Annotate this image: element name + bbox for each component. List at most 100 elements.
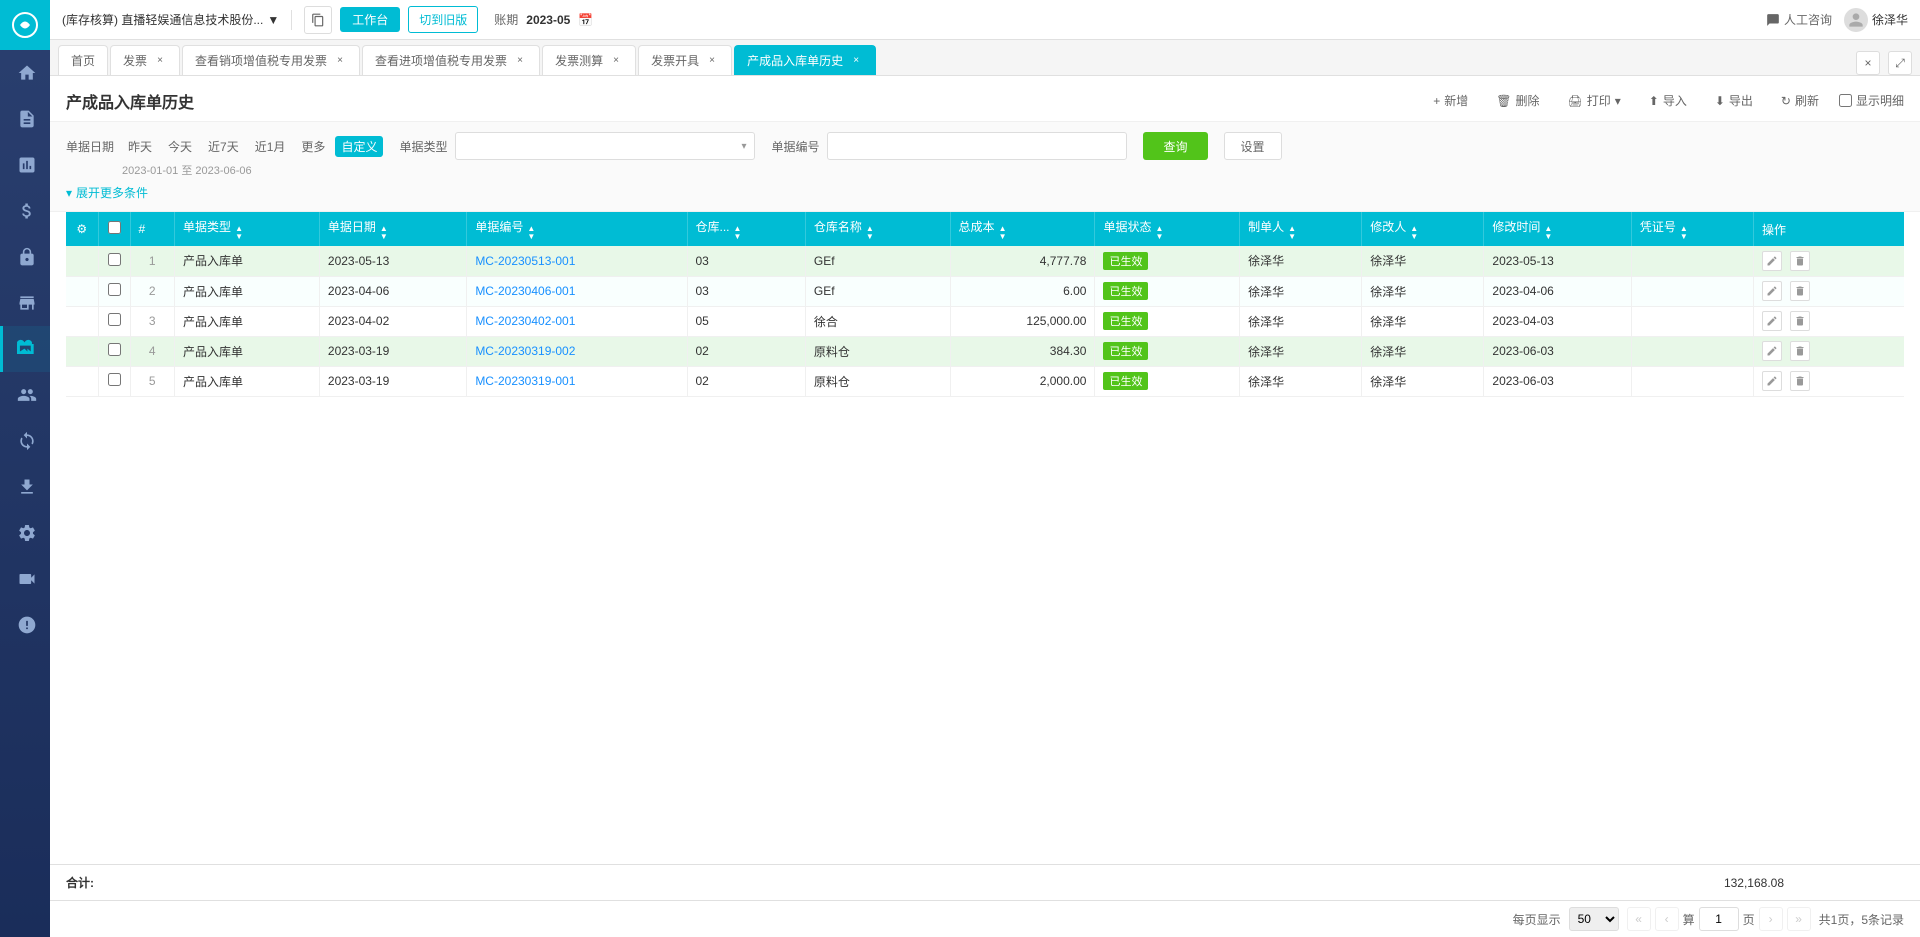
col-modify-time-header[interactable]: 修改时间▲▼ <box>1484 212 1631 246</box>
page-number-input[interactable] <box>1699 907 1739 931</box>
tab-invoice-close[interactable]: × <box>153 54 167 68</box>
row-delete-button[interactable] <box>1790 311 1810 331</box>
sidebar-item-sync[interactable] <box>0 418 50 464</box>
row-checkbox-cell[interactable] <box>98 306 130 336</box>
query-button[interactable]: 查询 <box>1143 132 1207 160</box>
tab-sales-invoice-close[interactable]: × <box>333 54 347 68</box>
tab-invoice-issue-close[interactable]: × <box>705 54 719 68</box>
row-number-link[interactable]: MC-20230319-002 <box>475 344 575 358</box>
sidebar-item-download[interactable] <box>0 464 50 510</box>
row-delete-button[interactable] <box>1790 251 1810 271</box>
row-number[interactable]: MC-20230513-001 <box>467 246 687 276</box>
row-edit-button[interactable] <box>1762 341 1782 361</box>
last-page-button[interactable]: » <box>1787 907 1811 931</box>
row-number-link[interactable]: MC-20230402-001 <box>475 314 575 328</box>
row-edit-button[interactable] <box>1762 311 1782 331</box>
col-voucher-header[interactable]: 凭证号▲▼ <box>1631 212 1753 246</box>
row-checkbox-0[interactable] <box>108 253 121 266</box>
col-number-header[interactable]: 单据编号▲▼ <box>467 212 687 246</box>
row-checkbox-cell[interactable] <box>98 276 130 306</box>
col-cost-header[interactable]: 总成本▲▼ <box>950 212 1095 246</box>
sidebar-item-video[interactable] <box>0 556 50 602</box>
new-button[interactable]: + 新增 <box>1425 88 1476 113</box>
row-checkbox-cell[interactable] <box>98 366 130 396</box>
number-filter-input[interactable] <box>827 132 1127 160</box>
col-creator-header[interactable]: 制单人▲▼ <box>1240 212 1362 246</box>
col-type-header[interactable]: 单据类型▲▼ <box>175 212 320 246</box>
export-button[interactable]: ⬇ 导出 <box>1707 88 1761 113</box>
col-date-header[interactable]: 单据日期▲▼ <box>319 212 466 246</box>
sidebar-item-settings[interactable] <box>0 510 50 556</box>
row-checkbox-cell[interactable] <box>98 336 130 366</box>
row-edit-button[interactable] <box>1762 251 1782 271</box>
tab-maximize-button[interactable]: ⤢ <box>1888 51 1912 75</box>
sidebar-item-lock[interactable] <box>0 234 50 280</box>
shortcut-7days[interactable]: 近7天 <box>202 136 245 157</box>
col-modifier-header[interactable]: 修改人▲▼ <box>1362 212 1484 246</box>
row-edit-button[interactable] <box>1762 281 1782 301</box>
tab-sales-invoice[interactable]: 查看销项增值税专用发票 × <box>182 45 360 75</box>
col-status-header[interactable]: 单据状态▲▼ <box>1095 212 1240 246</box>
prev-page-button[interactable]: ‹ <box>1655 907 1679 931</box>
expand-more-button[interactable]: ▾ 展开更多条件 <box>66 184 1904 201</box>
sidebar-item-home[interactable] <box>0 50 50 96</box>
user-info[interactable]: 徐泽华 <box>1844 8 1908 32</box>
row-number[interactable]: MC-20230406-001 <box>467 276 687 306</box>
row-checkbox-cell[interactable] <box>98 246 130 276</box>
sidebar-item-money[interactable] <box>0 188 50 234</box>
col-warehouse-name-header[interactable]: 仓库名称▲▼ <box>805 212 950 246</box>
sidebar-item-people[interactable] <box>0 372 50 418</box>
row-number-link[interactable]: MC-20230513-001 <box>475 254 575 268</box>
row-delete-button[interactable] <box>1790 281 1810 301</box>
col-warehouse-code-header[interactable]: 仓库...▲▼ <box>687 212 805 246</box>
page-size-select[interactable]: 10 20 50 100 <box>1569 907 1619 931</box>
col-checkbox-header[interactable] <box>98 212 130 246</box>
col-settings-header[interactable]: ⚙ <box>66 212 98 246</box>
shortcut-more[interactable]: 更多 <box>295 136 331 157</box>
shortcut-custom[interactable]: 自定义 <box>335 136 383 157</box>
row-number-link[interactable]: MC-20230406-001 <box>475 284 575 298</box>
row-number[interactable]: MC-20230319-002 <box>467 336 687 366</box>
next-page-button[interactable]: › <box>1759 907 1783 931</box>
first-page-button[interactable]: « <box>1627 907 1651 931</box>
tab-close-all-button[interactable]: × <box>1856 51 1880 75</box>
shortcut-1month[interactable]: 近1月 <box>249 136 292 157</box>
tab-product-inbound[interactable]: 产成品入库单历史 × <box>734 45 876 75</box>
refresh-button[interactable]: ↻ 刷新 <box>1773 88 1827 113</box>
switch-version-button[interactable]: 切到旧版 <box>408 6 478 33</box>
tab-home[interactable]: 首页 <box>58 45 108 75</box>
calendar-icon[interactable]: 📅 <box>578 13 593 27</box>
row-delete-button[interactable] <box>1790 341 1810 361</box>
shortcut-yesterday[interactable]: 昨天 <box>122 136 158 157</box>
select-all-checkbox[interactable] <box>108 221 121 234</box>
sidebar-item-document[interactable] <box>0 96 50 142</box>
tab-invoice[interactable]: 发票 × <box>110 45 180 75</box>
sidebar-item-inventory[interactable] <box>0 326 50 372</box>
row-checkbox-1[interactable] <box>108 283 121 296</box>
filter-settings-button[interactable]: 设置 <box>1224 132 1282 160</box>
tab-purchase-invoice-close[interactable]: × <box>513 54 527 68</box>
delete-button[interactable]: 🗑 删除 <box>1488 88 1547 113</box>
show-details-checkbox[interactable] <box>1839 94 1852 107</box>
tab-invoice-calc-close[interactable]: × <box>609 54 623 68</box>
row-checkbox-2[interactable] <box>108 313 121 326</box>
show-details-checkbox-group[interactable]: 显示明细 <box>1839 92 1904 109</box>
tab-product-inbound-close[interactable]: × <box>849 54 863 68</box>
company-selector[interactable]: (库存核算) 直播轻娱通信息技术股份... ▼ <box>62 11 279 28</box>
row-number-link[interactable]: MC-20230319-001 <box>475 374 575 388</box>
service-button[interactable]: 人工咨询 <box>1766 11 1832 28</box>
type-filter-select[interactable]: ▾ <box>455 132 755 160</box>
sidebar-item-version[interactable] <box>0 602 50 648</box>
print-button[interactable]: 🖨 打印 ▾ <box>1559 88 1628 113</box>
row-edit-button[interactable] <box>1762 371 1782 391</box>
sidebar-item-chart[interactable] <box>0 142 50 188</box>
row-number[interactable]: MC-20230402-001 <box>467 306 687 336</box>
tab-purchase-invoice[interactable]: 查看进项增值税专用发票 × <box>362 45 540 75</box>
tab-invoice-issue[interactable]: 发票开具 × <box>638 45 732 75</box>
row-checkbox-4[interactable] <box>108 373 121 386</box>
sidebar-item-shop[interactable] <box>0 280 50 326</box>
row-delete-button[interactable] <box>1790 371 1810 391</box>
tab-invoice-calc[interactable]: 发票测算 × <box>542 45 636 75</box>
shortcut-today[interactable]: 今天 <box>162 136 198 157</box>
row-number[interactable]: MC-20230319-001 <box>467 366 687 396</box>
